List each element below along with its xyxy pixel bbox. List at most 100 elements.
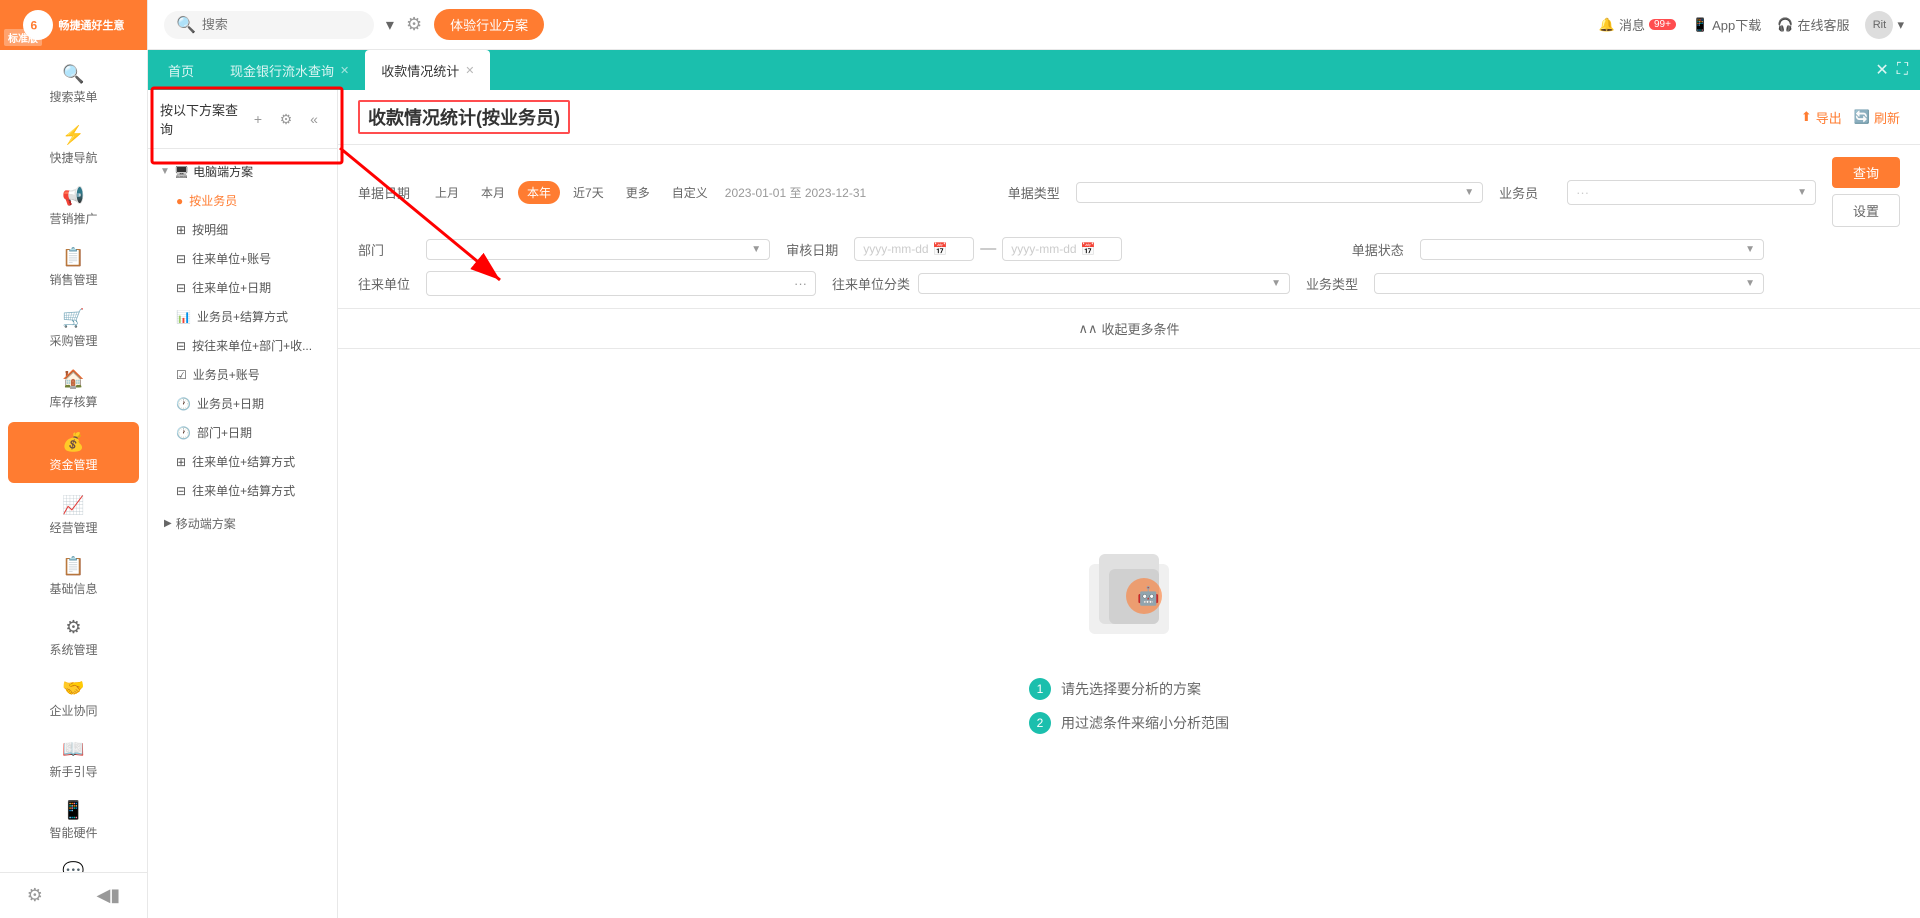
- date-pill-lastmonth[interactable]: 上月: [426, 181, 468, 204]
- tab-receipt-stats[interactable]: 收款情况统计 ✕: [365, 50, 490, 90]
- salesman-select[interactable]: ··· ▼: [1567, 180, 1816, 205]
- trial-btn[interactable]: 体验行业方案: [434, 9, 544, 40]
- messages-btn[interactable]: 🔔 消息 99: [1599, 15, 1676, 34]
- filter-tree: ▼ 🖥 电脑端方案 ● 按业务员 ⊞ 按明细 ⊟ 往来单位+账号: [148, 149, 337, 918]
- sidebar-nav: 🔍 搜索菜单 ⚡ 快捷导航 📢 营销推广 📋 销售管理 🛒 采购管理 🏠 库存核…: [0, 50, 147, 872]
- audit-date-end[interactable]: yyyy-mm-dd 📅: [1002, 237, 1122, 261]
- scheme-item-partner-date[interactable]: ⊟ 往来单位+日期: [148, 273, 337, 302]
- date-pill-thismonth[interactable]: 本月: [472, 181, 514, 204]
- scheme-item-partner-account[interactable]: ⊟ 往来单位+账号: [148, 244, 337, 273]
- sidebar-item-basic[interactable]: 📋 基础信息: [0, 546, 147, 607]
- partner-dept-icon: ⊟: [176, 339, 186, 353]
- settings-footer-icon[interactable]: ⚙: [27, 885, 43, 906]
- sidebar-item-system[interactable]: ⚙ 系统管理: [0, 607, 147, 668]
- sidebar-item-hardware[interactable]: 📱 智能硬件: [0, 790, 147, 851]
- phone-icon: 📱: [1692, 17, 1708, 33]
- nav-dropdown-btn[interactable]: ▾: [386, 15, 394, 35]
- mobile-group-label: 移动端方案: [176, 515, 236, 532]
- scheme-item-salesman-settle[interactable]: 📊 业务员+结算方式: [148, 302, 337, 331]
- department-label: 部门: [358, 240, 418, 259]
- tabbar: 首页 现金银行流水查询 ✕ 收款情况统计 ✕ ✕ ⛶: [148, 50, 1920, 90]
- refresh-btn[interactable]: 🔄 刷新: [1854, 108, 1900, 127]
- sidebar-item-finance[interactable]: 💰 资金管理: [8, 422, 139, 483]
- sidebar-item-guide[interactable]: 📖 新手引导: [0, 729, 147, 790]
- page-header-actions: ⬆ 导出 🔄 刷新: [1801, 108, 1900, 127]
- scheme-item-salesman-account[interactable]: ☑ 业务员+账号: [148, 360, 337, 389]
- search-box[interactable]: 🔍: [164, 11, 374, 39]
- scheme-item-dept-date[interactable]: 🕐 部门+日期: [148, 418, 337, 447]
- collapse-panel-btn[interactable]: «: [303, 108, 325, 130]
- step-2-text: 用过滤条件来缩小分析范围: [1061, 713, 1229, 733]
- sidebar-item-wechat[interactable]: 💬 企业微信: [0, 851, 147, 872]
- edition-badge: 标准版: [4, 29, 42, 46]
- search-input[interactable]: [202, 17, 362, 32]
- close-window-icon[interactable]: ✕: [1875, 60, 1888, 80]
- sidebar-item-operation[interactable]: 📈 经营管理: [0, 485, 147, 546]
- chevron-down-icon: ▼: [160, 166, 170, 177]
- date-pill-custom[interactable]: 自定义: [663, 181, 717, 204]
- empty-illustration: 🤖: [1069, 534, 1189, 654]
- date-pill-more[interactable]: 更多: [617, 181, 659, 204]
- sidebar-item-marketing[interactable]: 📢 营销推广: [0, 176, 147, 237]
- partner-date-icon: ⊟: [176, 281, 186, 295]
- collapse-sidebar-icon[interactable]: ◀︎▮: [96, 885, 120, 906]
- collapse-bar[interactable]: ∧∧ 收起更多条件: [338, 309, 1920, 349]
- sidebar-item-purchase[interactable]: 🛒 采购管理: [0, 298, 147, 359]
- add-scheme-btn[interactable]: +: [247, 108, 269, 130]
- scheme-item-detail[interactable]: ⊞ 按明细: [148, 215, 337, 244]
- wechat-icon: 💬: [62, 861, 84, 872]
- desktop-group-header[interactable]: ▼ 🖥 电脑端方案: [148, 157, 337, 186]
- app-download-btn[interactable]: 📱 App下载: [1692, 15, 1761, 34]
- user-menu-btn[interactable]: Rit ▾: [1865, 11, 1904, 39]
- filter-panel-header: 按以下方案查询 + ⚙ «: [148, 90, 337, 149]
- voucher-status-arrow: ▼: [1745, 244, 1755, 255]
- sidebar-item-inventory[interactable]: 🏠 库存核算: [0, 359, 147, 420]
- date-pills: 上月 本月 本年 近7天 更多 自定义 2023-01-01 至 2023-12…: [426, 181, 866, 204]
- tab-cashflow-close[interactable]: ✕: [340, 64, 349, 77]
- partner-more-icon[interactable]: ···: [794, 276, 807, 291]
- department-select[interactable]: ▼: [426, 239, 770, 260]
- date-pill-thisyear[interactable]: 本年: [518, 181, 560, 204]
- voucher-type-select[interactable]: ▼: [1076, 182, 1483, 203]
- date-pill-7days[interactable]: 近7天: [564, 181, 613, 204]
- scheme-item-salesman[interactable]: ● 按业务员: [148, 186, 337, 215]
- partner-category-select[interactable]: ▼: [918, 273, 1290, 294]
- maximize-icon[interactable]: ⛶: [1897, 61, 1908, 79]
- settings-form-btn[interactable]: 设置: [1832, 194, 1900, 227]
- scheme-item-salesman-date[interactable]: 🕐 业务员+日期: [148, 389, 337, 418]
- online-service-label: 在线客服: [1797, 15, 1849, 34]
- scheme-item-partner-dept[interactable]: ⊟ 按往来单位+部门+收...: [148, 331, 337, 360]
- empty-state: 🤖 1 请先选择要分析的方案 2 用过滤条件来缩小分析范围: [338, 349, 1920, 918]
- tabbar-right: ✕ ⛶: [1875, 60, 1920, 80]
- collapse-chevron-icon: ∧∧: [1078, 321, 1097, 337]
- user-avatar: Rit: [1865, 11, 1893, 39]
- scheme-item-partner-settle2[interactable]: ⊟ 往来单位+结算方式: [148, 476, 337, 505]
- basic-icon: 📋: [62, 556, 84, 577]
- voucher-status-select[interactable]: ▼: [1420, 239, 1764, 260]
- sidebar-item-search[interactable]: 🔍 搜索菜单: [0, 54, 147, 115]
- online-service-btn[interactable]: 🎧 在线客服: [1777, 15, 1849, 34]
- query-btn[interactable]: 查询: [1832, 157, 1900, 188]
- topbar: 🔍 ▾ ⚙ 体验行业方案 🔔 消息 99 📱 App下载 🎧 在线客服 Ri: [148, 0, 1920, 50]
- operation-icon: 📈: [62, 495, 84, 516]
- tab-receipt-stats-close[interactable]: ✕: [465, 64, 474, 77]
- business-type-select[interactable]: ▼: [1374, 273, 1764, 294]
- settings-scheme-btn[interactable]: ⚙: [275, 108, 297, 130]
- export-icon: ⬆: [1801, 109, 1812, 125]
- tab-cashflow[interactable]: 现金银行流水查询 ✕: [214, 50, 365, 90]
- sidebar-item-collab[interactable]: 🤝 企业协同: [0, 668, 147, 729]
- sidebar-item-sales[interactable]: 📋 销售管理: [0, 237, 147, 298]
- topbar-settings-icon[interactable]: ⚙: [406, 14, 422, 35]
- voucher-type-arrow: ▼: [1464, 187, 1474, 198]
- audit-date-start[interactable]: yyyy-mm-dd 📅: [854, 237, 974, 261]
- sidebar-footer: ⚙ ◀︎▮: [0, 872, 147, 918]
- tab-receipt-stats-label: 收款情况统计: [381, 61, 459, 80]
- export-btn[interactable]: ⬆ 导出: [1801, 108, 1842, 127]
- sidebar-item-quicknav[interactable]: ⚡ 快捷导航: [0, 115, 147, 176]
- partner-field[interactable]: ···: [426, 271, 816, 296]
- partner-label: 往来单位: [358, 274, 418, 293]
- user-dropdown-icon: ▾: [1897, 17, 1904, 33]
- tab-home[interactable]: 首页: [148, 50, 214, 90]
- scheme-item-partner-settle1[interactable]: ⊞ 往来单位+结算方式: [148, 447, 337, 476]
- mobile-group-header[interactable]: ▶ 移动端方案: [148, 509, 337, 538]
